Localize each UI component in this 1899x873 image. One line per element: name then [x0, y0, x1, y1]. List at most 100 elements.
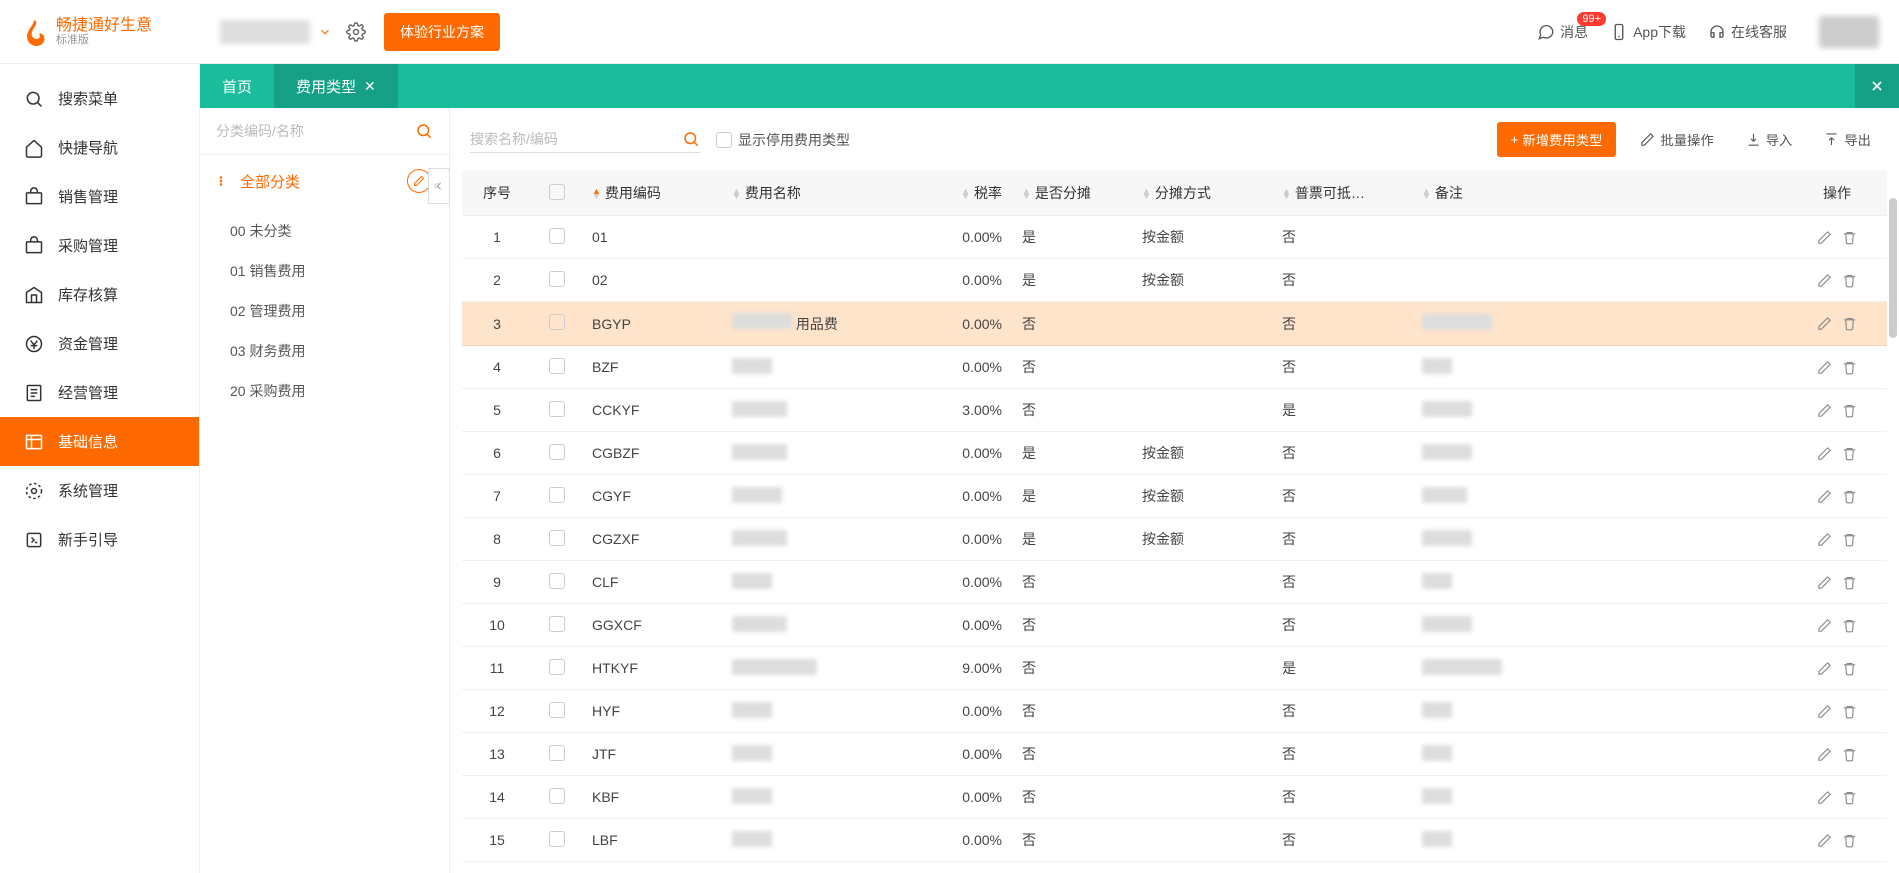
sidebar-item-base[interactable]: 基础信息 [0, 417, 199, 466]
search-icon[interactable] [682, 130, 700, 148]
cell-checkbox[interactable] [532, 518, 582, 561]
gear-icon[interactable] [346, 22, 366, 42]
col-name[interactable]: ▲▼费用名称 [722, 171, 902, 216]
table-row[interactable]: 5CCKYF3.00%否是 [462, 389, 1887, 432]
table-search-input[interactable] [470, 131, 682, 147]
show-disabled-toggle[interactable]: 显示停用费用类型 [716, 130, 850, 150]
delete-icon[interactable] [1842, 790, 1857, 805]
edit-icon[interactable] [1817, 532, 1832, 547]
table-row[interactable]: 7CGYF0.00%是按金额否 [462, 475, 1887, 518]
collapse-panel-button[interactable] [428, 168, 450, 204]
sidebar-item-biz[interactable]: 经营管理 [0, 368, 199, 417]
category-item[interactable]: 20 采购费用 [200, 371, 449, 411]
category-item[interactable]: 03 财务费用 [200, 331, 449, 371]
avatar[interactable] [1819, 16, 1879, 48]
delete-icon[interactable] [1842, 403, 1857, 418]
cell-checkbox[interactable] [532, 216, 582, 259]
cell-checkbox[interactable] [532, 561, 582, 604]
table-row[interactable]: 8CGZXF0.00%是按金额否 [462, 518, 1887, 561]
delete-icon[interactable] [1842, 489, 1857, 504]
online-service-button[interactable]: 在线客服 [1708, 22, 1787, 42]
company-selector[interactable] [220, 20, 332, 44]
col-seq[interactable]: 序号 [462, 171, 532, 216]
edit-icon[interactable] [1817, 747, 1832, 762]
delete-icon[interactable] [1842, 575, 1857, 590]
scrollbar[interactable] [1889, 198, 1897, 338]
close-all-tabs[interactable] [1855, 64, 1899, 108]
edit-icon[interactable] [1817, 618, 1832, 633]
cell-checkbox[interactable] [532, 302, 582, 346]
edit-icon[interactable] [1817, 230, 1832, 245]
sidebar-item-sys[interactable]: 系统管理 [0, 466, 199, 515]
delete-icon[interactable] [1842, 661, 1857, 676]
batch-operate-button[interactable]: 批量操作 [1632, 124, 1721, 155]
delete-icon[interactable] [1842, 532, 1857, 547]
cell-checkbox[interactable] [532, 604, 582, 647]
edit-icon[interactable] [1817, 446, 1832, 461]
export-button[interactable]: 导出 [1816, 124, 1879, 155]
category-item[interactable]: 02 管理费用 [200, 291, 449, 331]
edit-icon[interactable] [1817, 575, 1832, 590]
category-item[interactable]: 00 未分类 [200, 211, 449, 251]
delete-icon[interactable] [1842, 704, 1857, 719]
table-row[interactable]: 6CGBZF0.00%是按金额否 [462, 432, 1887, 475]
tab-首页[interactable]: 首页 [200, 64, 274, 108]
cell-checkbox[interactable] [532, 690, 582, 733]
category-search-input[interactable] [216, 123, 415, 139]
cell-checkbox[interactable] [532, 733, 582, 776]
search-icon[interactable] [415, 122, 433, 140]
delete-icon[interactable] [1842, 360, 1857, 375]
table-row[interactable]: 11HTKYF9.00%否是 [462, 647, 1887, 690]
cell-checkbox[interactable] [532, 819, 582, 862]
delete-icon[interactable] [1842, 230, 1857, 245]
sidebar-item-sale[interactable]: 销售管理 [0, 172, 199, 221]
app-download-button[interactable]: App下载 [1610, 22, 1686, 42]
col-alloc[interactable]: ▲▼是否分摊 [1012, 171, 1132, 216]
table-row[interactable]: 15LBF0.00%否否 [462, 819, 1887, 862]
col-remark[interactable]: ▲▼备注 [1412, 171, 1787, 216]
sidebar-item-home[interactable]: 快捷导航 [0, 123, 199, 172]
sidebar-item-cart[interactable]: 采购管理 [0, 221, 199, 270]
table-row[interactable]: 14KBF0.00%否否 [462, 776, 1887, 819]
table-row[interactable]: 1010.00%是按金额否 [462, 216, 1887, 259]
delete-icon[interactable] [1842, 316, 1857, 331]
category-all[interactable]: 全部分类 [200, 155, 449, 207]
edit-icon[interactable] [1817, 833, 1832, 848]
cell-checkbox[interactable] [532, 432, 582, 475]
table-row[interactable]: 9CLF0.00%否否 [462, 561, 1887, 604]
table-row[interactable]: 2020.00%是按金额否 [462, 259, 1887, 302]
delete-icon[interactable] [1842, 446, 1857, 461]
sidebar-item-search[interactable]: 搜索菜单 [0, 74, 199, 123]
close-icon[interactable]: ✕ [364, 78, 376, 95]
trial-button[interactable]: 体验行业方案 [384, 13, 500, 51]
sidebar-item-new[interactable]: 新手引导 [0, 515, 199, 564]
edit-icon[interactable] [1817, 661, 1832, 676]
col-rate[interactable]: ▲▼税率 [902, 171, 1012, 216]
table-row[interactable]: 10GGXCF0.00%否否 [462, 604, 1887, 647]
edit-icon[interactable] [1817, 704, 1832, 719]
edit-icon[interactable] [1817, 489, 1832, 504]
table-row[interactable]: 12HYF0.00%否否 [462, 690, 1887, 733]
table-row[interactable]: 13JTF0.00%否否 [462, 733, 1887, 776]
edit-icon[interactable] [1817, 403, 1832, 418]
tab-费用类型[interactable]: 费用类型✕ [274, 64, 398, 108]
cell-checkbox[interactable] [532, 647, 582, 690]
category-item[interactable]: 01 销售费用 [200, 251, 449, 291]
edit-icon[interactable] [1817, 273, 1832, 288]
col-checkbox[interactable] [532, 171, 582, 216]
cell-checkbox[interactable] [532, 259, 582, 302]
delete-icon[interactable] [1842, 273, 1857, 288]
edit-icon[interactable] [1817, 316, 1832, 331]
col-code[interactable]: ▲▼费用编码 [582, 171, 722, 216]
add-expense-type-button[interactable]: + 新增费用类型 [1497, 122, 1617, 157]
table-row[interactable]: 3BGYP 用品费0.00%否否 [462, 302, 1887, 346]
col-method[interactable]: ▲▼分摊方式 [1132, 171, 1272, 216]
cell-checkbox[interactable] [532, 776, 582, 819]
edit-icon[interactable] [1817, 360, 1832, 375]
cell-checkbox[interactable] [532, 346, 582, 389]
sidebar-item-money[interactable]: 资金管理 [0, 319, 199, 368]
delete-icon[interactable] [1842, 618, 1857, 633]
edit-icon[interactable] [1817, 790, 1832, 805]
delete-icon[interactable] [1842, 747, 1857, 762]
delete-icon[interactable] [1842, 833, 1857, 848]
